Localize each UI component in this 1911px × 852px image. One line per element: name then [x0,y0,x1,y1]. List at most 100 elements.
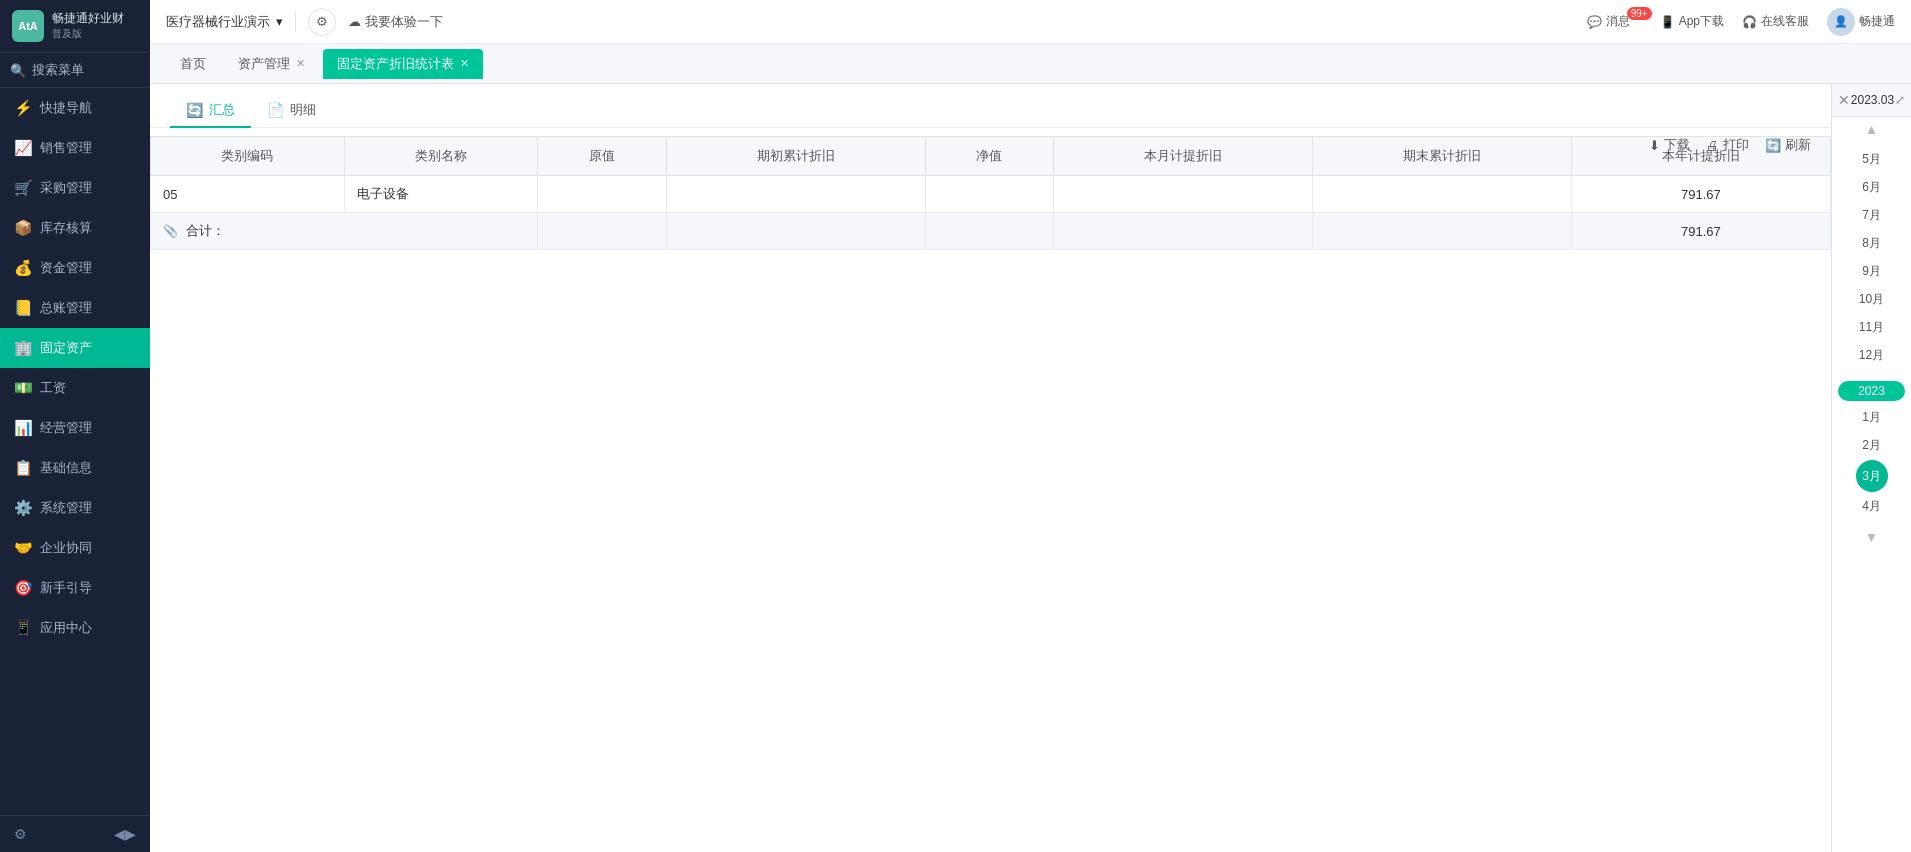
sidebar: AtA 畅捷通好业财 普及版 🔍 搜索菜单 ⚡ 快捷导航 📈 销售管理 🛒 采购… [0,0,150,852]
app-download-icon: 📱 [1660,15,1675,29]
sidebar-item-cooperation[interactable]: 🤝 企业协同 [0,528,150,568]
date-section-2023: 2023 1月 2月 3月 4月 [1832,374,1911,525]
message-badge: 99+ [1627,7,1652,20]
sidebar-item-guide[interactable]: 🎯 新手引导 [0,568,150,608]
panel-expand-button[interactable]: ⤢ [1895,93,1905,107]
table-total-row: 📎 合计： 791.67 [151,213,1831,250]
sub-tab-summary[interactable]: 🔄 汇总 [170,94,251,128]
app-logo-text: 畅捷通好业财 普及版 [52,11,124,41]
cell-name: 电子设备 [344,176,538,213]
sidebar-item-label: 企业协同 [40,539,92,557]
system-icon: ⚙️ [14,499,32,517]
settings-bottom-icon[interactable]: ⚙ [14,826,27,842]
scroll-down-button[interactable]: ▼ [1861,525,1883,549]
cooperation-icon: 🤝 [14,539,32,557]
tab-depreciation-close[interactable]: ✕ [460,57,469,70]
sidebar-item-label: 采购管理 [40,179,92,197]
settings-icon: ⚙ [316,14,328,29]
quick-nav-icon: ⚡ [14,99,32,117]
month-2-2023[interactable]: 2月 [1838,432,1905,459]
sidebar-item-ledger[interactable]: 📒 总账管理 [0,288,150,328]
cell-net [925,176,1053,213]
month-12[interactable]: 12月 [1838,342,1905,369]
collapse-icon[interactable]: ◀▶ [114,826,136,842]
app-download-button[interactable]: 📱 App下载 [1660,13,1724,30]
sidebar-item-sales[interactable]: 📈 销售管理 [0,128,150,168]
sub-tabbar: 🔄 汇总 📄 明细 [150,84,1831,128]
sidebar-item-label: 工资 [40,379,66,397]
col-end-accum: 期末累计折旧 [1312,137,1571,176]
refresh-button[interactable]: 🔄 刷新 [1765,136,1811,154]
ledger-icon: 📒 [14,299,32,317]
sidebar-item-quick-nav[interactable]: ⚡ 快捷导航 [0,88,150,128]
search-menu[interactable]: 🔍 搜索菜单 [0,53,150,88]
month-6[interactable]: 6月 [1838,174,1905,201]
sidebar-item-label: 资金管理 [40,259,92,277]
online-service-button[interactable]: 🎧 在线客服 [1742,13,1809,30]
sidebar-item-label: 库存核算 [40,219,92,237]
sidebar-item-app-center[interactable]: 📱 应用中心 [0,608,150,648]
month-8[interactable]: 8月 [1838,230,1905,257]
inventory-icon: 📦 [14,219,32,237]
sidebar-item-basic-info[interactable]: 📋 基础信息 [0,448,150,488]
cloud-icon: ☁ [348,14,361,29]
cell-code: 05 [151,176,345,213]
headset-icon: 🎧 [1742,15,1757,29]
month-3-2023[interactable]: 3月 [1856,460,1888,492]
month-9[interactable]: 9月 [1838,258,1905,285]
sidebar-item-funds[interactable]: 💰 资金管理 [0,248,150,288]
col-month-deprec: 本月计提折旧 [1053,137,1312,176]
sidebar-item-purchase[interactable]: 🛒 采购管理 [0,168,150,208]
month-5[interactable]: 5月 [1838,146,1905,173]
tab-asset-mgmt-label: 资产管理 [238,55,290,73]
month-4-2023[interactable]: 4月 [1838,493,1905,520]
summary-icon: 🔄 [186,102,203,118]
sidebar-item-inventory[interactable]: 📦 库存核算 [0,208,150,248]
sidebar-bottom: ⚙ ◀▶ [0,815,150,852]
message-icon: 💬 [1587,15,1602,29]
sidebar-item-fixed-assets[interactable]: 🏢 固定资产 [0,328,150,368]
col-name: 类别名称 [344,137,538,176]
company-selector[interactable]: 医疗器械行业演示 ▾ [166,13,283,31]
month-7[interactable]: 7月 [1838,202,1905,229]
sidebar-item-label: 经营管理 [40,419,92,437]
table-row: 05 电子设备 791.67 [151,176,1831,213]
avatar: 👤 [1827,8,1855,36]
payroll-icon: 💵 [14,379,32,397]
cell-year-deprec: 791.67 [1571,176,1830,213]
panel-close-button[interactable]: ✕ [1838,92,1850,108]
sidebar-item-label: 应用中心 [40,619,92,637]
table-header-row: 类别编码 类别名称 原值 期初累计折旧 净值 本月计提折旧 期末累计折旧 本年计… [151,137,1831,176]
tab-asset-mgmt[interactable]: 资产管理 ✕ [224,49,319,79]
tab-asset-mgmt-close[interactable]: ✕ [296,57,305,70]
sub-tab-detail[interactable]: 📄 明细 [251,94,332,128]
detail-icon: 📄 [267,102,284,118]
month-10[interactable]: 10月 [1838,286,1905,313]
total-net [925,213,1053,250]
user-button[interactable]: 👤 畅捷通 [1827,8,1895,36]
tab-fixed-asset-depreciation[interactable]: 固定资产折旧统计表 ✕ [323,49,483,79]
cell-month-deprec [1053,176,1312,213]
tab-depreciation-label: 固定资产折旧统计表 [337,55,454,73]
year-2023-label: 2023 [1838,381,1905,401]
message-button[interactable]: 💬 消息 99+ [1587,13,1642,30]
total-year-deprec: 791.67 [1571,213,1830,250]
month-1-2023[interactable]: 1月 [1838,404,1905,431]
tab-home[interactable]: 首页 [166,49,220,79]
col-original: 原值 [538,137,666,176]
print-button[interactable]: 🖨 打印 [1706,136,1749,154]
table-wrapper: 类别编码 类别名称 原值 期初累计折旧 净值 本月计提折旧 期末累计折旧 本年计… [150,136,1831,852]
sidebar-item-system[interactable]: ⚙️ 系统管理 [0,488,150,528]
app-download-label: App下载 [1679,13,1724,30]
topbar-settings-button[interactable]: ⚙ [308,8,336,36]
date-panel-title: 2023.03 [1851,93,1894,107]
experience-button[interactable]: ☁ 我要体验一下 [348,13,443,31]
download-button[interactable]: ⬇ 下载 [1649,136,1690,154]
scroll-up-button[interactable]: ▲ [1861,117,1883,141]
date-panel: ✕ 2023.03 ⤢ ▲ 5月 6月 7月 8月 9月 10月 11月 12月… [1831,84,1911,852]
toolbar: ⬇ 下载 🖨 打印 🔄 刷新 [1649,136,1811,154]
month-11[interactable]: 11月 [1838,314,1905,341]
sidebar-item-operations[interactable]: 📊 经营管理 [0,408,150,448]
sidebar-item-payroll[interactable]: 💵 工资 [0,368,150,408]
tab-home-label: 首页 [180,55,206,73]
